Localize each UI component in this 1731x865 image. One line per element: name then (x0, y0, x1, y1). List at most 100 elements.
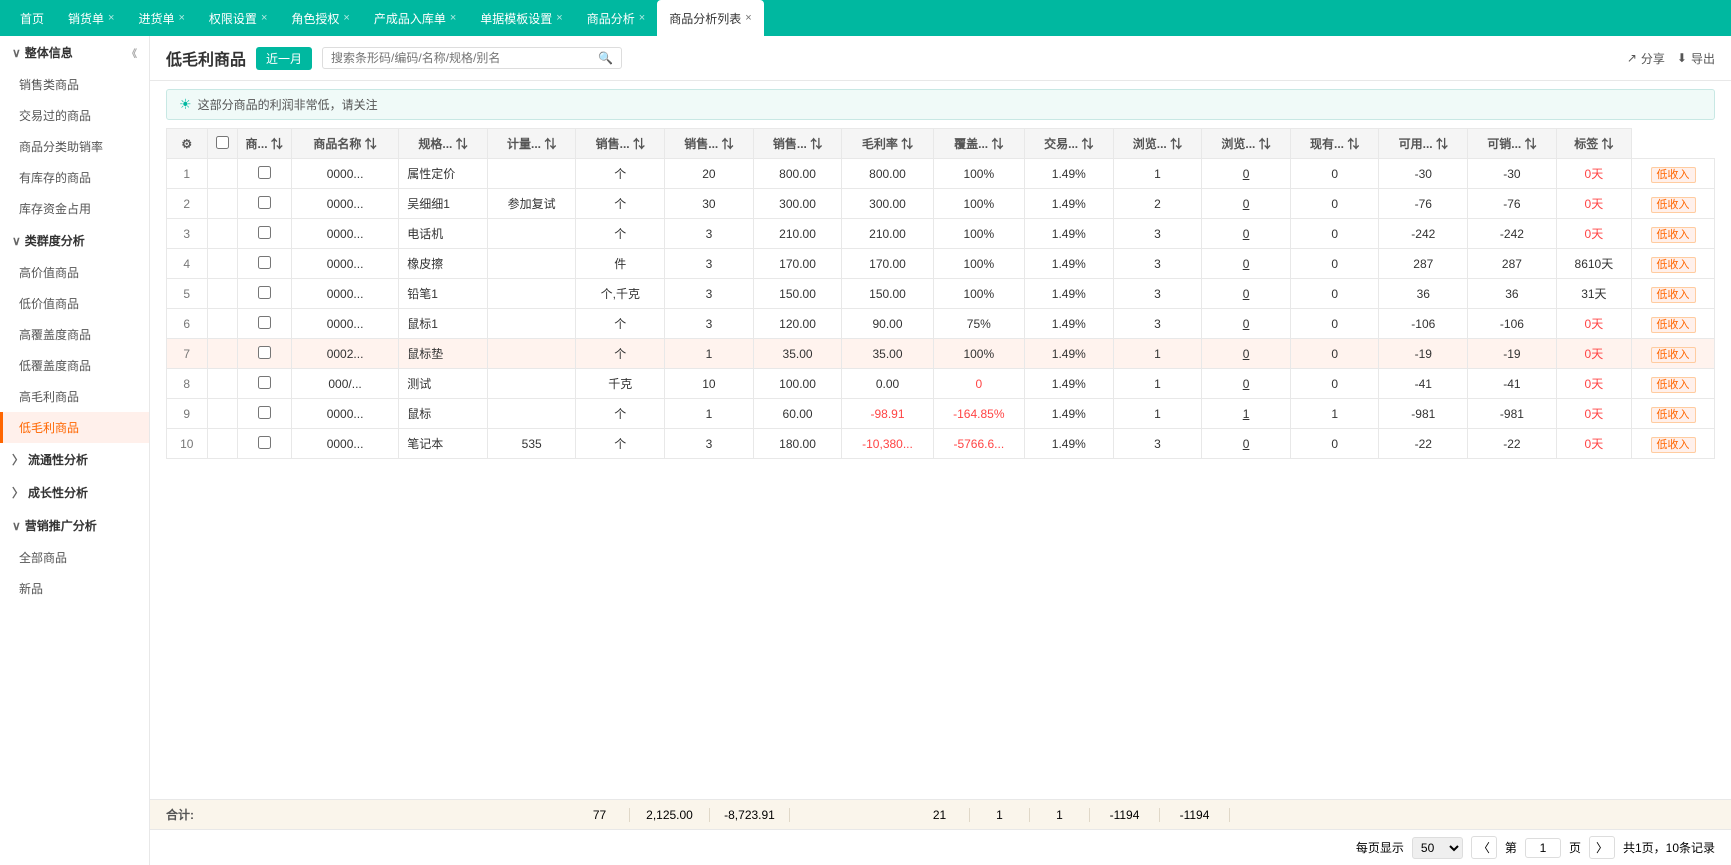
row-checkbox-1[interactable] (258, 196, 271, 209)
sidebar-item-high-margin[interactable]: 高毛利商品 (0, 381, 149, 412)
cell-view1-9[interactable]: 0 (1202, 429, 1291, 459)
row-checkbox-2[interactable] (258, 226, 271, 239)
nav-item-role[interactable]: 角色授权 × (279, 0, 361, 36)
nav-close-sales[interactable]: × (108, 12, 114, 24)
nav-item-template[interactable]: 单据模板设置 × (468, 0, 574, 36)
cell-view1-3[interactable]: 0 (1202, 249, 1291, 279)
nav-item-home[interactable]: 首页 (8, 0, 56, 36)
sidebar-item-category-rate[interactable]: 商品分类助销率 (0, 131, 149, 162)
share-button[interactable]: ↗ 分享 (1627, 50, 1665, 67)
view1-link-4[interactable]: 0 (1243, 287, 1250, 301)
cell-view1-8[interactable]: 1 (1202, 399, 1291, 429)
collapse-btn[interactable]: 《 (127, 45, 137, 60)
search-icon[interactable]: 🔍 (598, 51, 613, 65)
sidebar-item-sales-goods[interactable]: 销售类商品 (0, 69, 149, 100)
nav-close-analysis[interactable]: × (639, 12, 645, 24)
cell-view1-6[interactable]: 0 (1202, 339, 1291, 369)
cell-checkbox-0[interactable] (237, 159, 291, 189)
cell-checkbox-3[interactable] (237, 249, 291, 279)
nav-item-product[interactable]: 产成品入库单 × (362, 0, 468, 36)
col-gross-rate[interactable]: 毛利率 ⇅ (842, 129, 933, 159)
col-checkbox-all[interactable] (207, 129, 237, 159)
row-checkbox-9[interactable] (258, 436, 271, 449)
search-input[interactable] (331, 51, 598, 65)
col-settings[interactable]: ⚙ (167, 129, 208, 159)
cell-checkbox-9[interactable] (237, 429, 291, 459)
cell-view1-1[interactable]: 0 (1202, 189, 1291, 219)
cell-view1-4[interactable]: 0 (1202, 279, 1291, 309)
sidebar-item-traded-goods[interactable]: 交易过的商品 (0, 100, 149, 131)
sidebar-item-high-coverage[interactable]: 高覆盖度商品 (0, 319, 149, 350)
view1-link-7[interactable]: 0 (1243, 377, 1250, 391)
col-sales-qty[interactable]: 销售... ⇅ (576, 129, 665, 159)
col-cover-rate[interactable]: 覆盖... ⇅ (933, 129, 1024, 159)
col-sales-profit[interactable]: 销售... ⇅ (753, 129, 842, 159)
sidebar-section-cluster[interactable]: ∨ 类群度分析 (0, 224, 149, 257)
view1-link-8[interactable]: 1 (1243, 407, 1250, 421)
view1-link-6[interactable]: 0 (1243, 347, 1250, 361)
col-code[interactable]: 商... ⇅ (237, 129, 291, 159)
nav-item-sales[interactable]: 销货单 × (56, 0, 126, 36)
col-trade-count[interactable]: 交易... ⇅ (1024, 129, 1113, 159)
sidebar-section-circulation[interactable]: 〉 流通性分析 (0, 443, 149, 476)
page-input[interactable] (1525, 838, 1561, 858)
view1-link-0[interactable]: 0 (1243, 167, 1250, 181)
nav-item-purchase[interactable]: 进货单 × (126, 0, 196, 36)
sidebar-item-new-goods[interactable]: 新品 (0, 573, 149, 604)
nav-close-product[interactable]: × (450, 12, 456, 24)
view1-link-1[interactable]: 0 (1243, 197, 1250, 211)
cell-view1-0[interactable]: 0 (1202, 159, 1291, 189)
nav-close-template[interactable]: × (556, 12, 562, 24)
cell-checkbox-6[interactable] (237, 339, 291, 369)
col-current-stock[interactable]: 现有... ⇅ (1290, 129, 1379, 159)
cell-view1-5[interactable]: 0 (1202, 309, 1291, 339)
nav-item-analysis[interactable]: 商品分析 × (575, 0, 657, 36)
nav-item-analysis-list[interactable]: 商品分析列表 × (657, 0, 763, 36)
nav-close-role[interactable]: × (343, 12, 349, 24)
col-unit[interactable]: 计量... ⇅ (487, 129, 576, 159)
nav-close-permissions[interactable]: × (261, 12, 267, 24)
next-page-button[interactable]: 〉 (1589, 836, 1615, 859)
col-spec[interactable]: 规格... ⇅ (399, 129, 488, 159)
cell-checkbox-1[interactable] (237, 189, 291, 219)
sidebar-item-all-goods[interactable]: 全部商品 (0, 542, 149, 573)
table-container[interactable]: ⚙ 商... ⇅ 商品名称 ⇅ 规格... ⇅ 计量... ⇅ 销售... ⇅ … (150, 128, 1731, 799)
sidebar-item-stock-capital[interactable]: 库存资金占用 (0, 193, 149, 224)
col-view2[interactable]: 浏览... ⇅ (1202, 129, 1291, 159)
nav-close-analysis-list[interactable]: × (745, 12, 751, 24)
row-checkbox-4[interactable] (258, 286, 271, 299)
cell-view1-7[interactable]: 0 (1202, 369, 1291, 399)
col-available[interactable]: 可用... ⇅ (1379, 129, 1468, 159)
per-page-select[interactable]: 50 100 200 (1412, 837, 1463, 859)
col-saleable[interactable]: 可销... ⇅ (1468, 129, 1557, 159)
cell-view1-2[interactable]: 0 (1202, 219, 1291, 249)
row-checkbox-6[interactable] (258, 346, 271, 359)
row-checkbox-0[interactable] (258, 166, 271, 179)
sidebar-section-marketing[interactable]: ∨ 营销推广分析 (0, 509, 149, 542)
col-name[interactable]: 商品名称 ⇅ (291, 129, 398, 159)
sidebar-section-growth[interactable]: 〉 成长性分析 (0, 476, 149, 509)
nav-close-purchase[interactable]: × (178, 12, 184, 24)
nav-item-permissions[interactable]: 权限设置 × (197, 0, 279, 36)
cell-checkbox-8[interactable] (237, 399, 291, 429)
col-sales-price[interactable]: 销售... ⇅ (665, 129, 754, 159)
view1-link-9[interactable]: 0 (1243, 437, 1250, 451)
sidebar-item-high-value[interactable]: 高价值商品 (0, 257, 149, 288)
col-tag[interactable]: 标签 ⇅ (1556, 129, 1631, 159)
sidebar-item-low-coverage[interactable]: 低覆盖度商品 (0, 350, 149, 381)
sidebar-item-low-margin[interactable]: 低毛利商品 (0, 412, 149, 443)
view1-link-3[interactable]: 0 (1243, 257, 1250, 271)
cell-checkbox-5[interactable] (237, 309, 291, 339)
row-checkbox-3[interactable] (258, 256, 271, 269)
select-all-checkbox[interactable] (216, 136, 229, 149)
sidebar-item-low-value[interactable]: 低价值商品 (0, 288, 149, 319)
export-button[interactable]: ⬇ 导出 (1677, 50, 1715, 67)
cell-checkbox-4[interactable] (237, 279, 291, 309)
cell-checkbox-2[interactable] (237, 219, 291, 249)
view1-link-5[interactable]: 0 (1243, 317, 1250, 331)
prev-page-button[interactable]: 〈 (1471, 836, 1497, 859)
row-checkbox-7[interactable] (258, 376, 271, 389)
sidebar-section-overall[interactable]: ∨ 整体信息 《 (0, 36, 149, 69)
row-checkbox-8[interactable] (258, 406, 271, 419)
row-checkbox-5[interactable] (258, 316, 271, 329)
